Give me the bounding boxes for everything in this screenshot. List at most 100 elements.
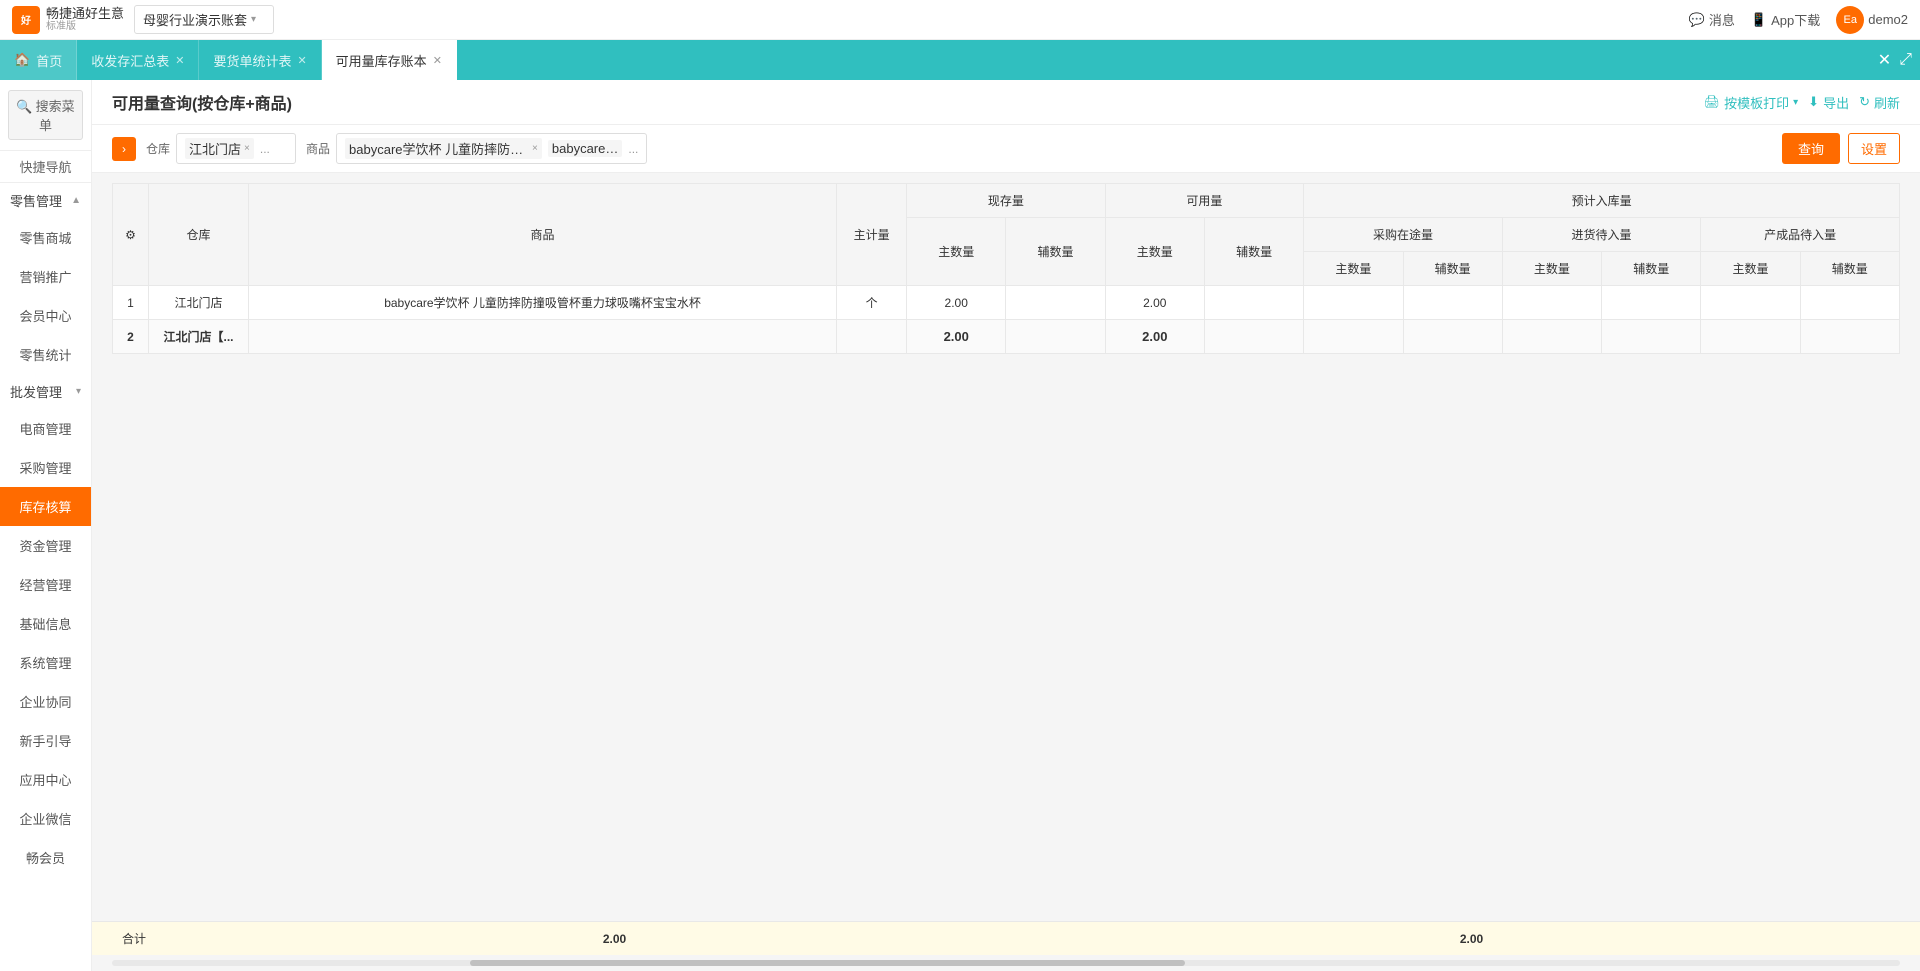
tab-available-close[interactable]: ✕: [433, 54, 442, 67]
data-table: ⚙ 仓库 商品 主计量 现存量 可用量 预计入库量 主数量 辅数量 主数量 辅数…: [112, 183, 1900, 354]
sidebar-item-inventory[interactable]: 库存核算: [0, 487, 91, 526]
sidebar-item-vip[interactable]: 畅会员: [0, 838, 91, 877]
tab-maximize[interactable]: ⤢: [1899, 51, 1912, 69]
sidebar-item-finance[interactable]: 资金管理: [0, 526, 91, 565]
search-icon: 🔍: [16, 99, 32, 114]
scroll-track[interactable]: [112, 960, 1900, 966]
sidebar-item-retail-mgmt[interactable]: 零售管理 ▲: [0, 183, 91, 218]
sidebar-item-newbie[interactable]: 新手引导: [0, 721, 91, 760]
col-current-stock: 现存量: [907, 184, 1106, 218]
page-actions: 🖨 按模板打印 ▾ ⬇ 导出 ↻ 刷新: [1704, 93, 1900, 112]
sidebar-item-marketing[interactable]: 营销推广: [0, 257, 91, 296]
tab-nav-actions: ✕ ⤢: [1870, 40, 1920, 80]
filter-product-tag1: babycare学饮杯 儿童防摔防撞吸管杯重力球吸嘴杯宝宝水杯 ×: [345, 138, 542, 159]
cell-unit: 个: [837, 286, 907, 320]
query-button[interactable]: 查询: [1782, 133, 1840, 164]
cell-avail-main: 2.00: [1105, 286, 1204, 320]
sidebar-item-system[interactable]: 系统管理: [0, 643, 91, 682]
chevron-down-icon: ▾: [251, 14, 256, 25]
filter-warehouse-remove[interactable]: ×: [244, 143, 250, 154]
tab-order[interactable]: 要货单统计表 ✕: [199, 40, 321, 80]
sidebar-item-operation[interactable]: 经营管理: [0, 565, 91, 604]
sidebar-search-area: 🔍 搜索菜单: [0, 80, 91, 151]
sidebar-nav-btn[interactable]: 快捷导航: [0, 151, 91, 183]
tab-home[interactable]: 🏠 首页: [0, 40, 77, 80]
message-btn[interactable]: 💬 消息: [1689, 10, 1735, 29]
col-pending-in: 进货待入量: [1502, 218, 1701, 252]
col-expected-in: 预计入库量: [1304, 184, 1900, 218]
export-icon: ⬇: [1808, 94, 1819, 110]
table-row: 1 江北门店 babycare学饮杯 儿童防摔防撞吸管杯重力球吸嘴杯宝宝水杯 个…: [113, 286, 1900, 320]
table-settings-icon[interactable]: ⚙: [113, 184, 149, 286]
industry-select[interactable]: 母婴行业演示账套 ▾: [134, 5, 274, 34]
filter-product-group: 商品 babycare学饮杯 儿童防摔防撞吸管杯重力球吸嘴杯宝宝水杯 × bab…: [306, 133, 647, 164]
sidebar-item-retail-stats[interactable]: 零售统计: [0, 335, 91, 374]
sidebar-item-ecommerce[interactable]: 电商管理: [0, 409, 91, 448]
sidebar-item-retail-mall[interactable]: 零售商城: [0, 218, 91, 257]
top-bar-right: 💬 消息 📱 App下载 Ea demo2: [1689, 6, 1908, 34]
cell-pur-main: [1304, 286, 1403, 320]
filter-expand-btn[interactable]: ›: [112, 137, 136, 161]
chevron-icon: ▲: [71, 195, 81, 206]
tab-close-all[interactable]: ✕: [1878, 50, 1891, 70]
tab-available[interactable]: 可用量库存账本 ✕: [322, 40, 457, 80]
app-icon: 📱: [1751, 12, 1767, 28]
export-btn[interactable]: ⬇ 导出: [1808, 93, 1849, 112]
cell-avail-aux2: [1204, 320, 1303, 354]
sidebar-item-appstore[interactable]: 应用中心: [0, 760, 91, 799]
cell-stock-main2: 2.00: [907, 320, 1006, 354]
filter-product-label: 商品: [306, 140, 330, 157]
refresh-btn[interactable]: ↻ 刷新: [1859, 93, 1900, 112]
cell-product2: [249, 320, 837, 354]
sidebar-item-purchase[interactable]: 采购管理: [0, 448, 91, 487]
col-purchase-transit: 采购在途量: [1304, 218, 1503, 252]
cell-pend-main: [1502, 286, 1601, 320]
logo-icon: 好: [12, 6, 40, 34]
settings-button[interactable]: 设置: [1848, 133, 1900, 164]
scroll-thumb[interactable]: [470, 960, 1185, 966]
refresh-icon: ↻: [1859, 94, 1870, 110]
col-avail-aux: 辅数量: [1204, 218, 1303, 286]
filter-warehouse-tag: 江北门店 ×: [185, 138, 254, 159]
filter-product-tag2: babycare…: [548, 140, 622, 157]
filter-warehouse-more[interactable]: ...: [260, 142, 270, 156]
col-unit: 主计量: [837, 184, 907, 286]
top-bar-left: 好 畅捷通好生意 标准版 母婴行业演示账套 ▾: [12, 5, 274, 34]
cell-product: babycare学饮杯 儿童防摔防撞吸管杯重力球吸嘴杯宝宝水杯: [249, 286, 837, 320]
cell-index: 1: [113, 286, 149, 320]
filter-product-more[interactable]: ...: [628, 142, 638, 156]
summary-label: 合计: [112, 930, 186, 947]
col-stock-aux: 辅数量: [1006, 218, 1105, 286]
filter-product1-remove[interactable]: ×: [532, 143, 538, 154]
tab-receipt[interactable]: 收发存汇总表 ✕: [77, 40, 199, 80]
sidebar-item-wholesale-mgmt[interactable]: 批发管理 ▾: [0, 374, 91, 409]
table-summary: 合计 2.00 2.00: [92, 921, 1920, 955]
page-title: 可用量查询(按仓库+商品): [112, 90, 292, 114]
cell-prod-aux: [1800, 286, 1899, 320]
cell-avail-main2: 2.00: [1105, 320, 1204, 354]
tab-receipt-close[interactable]: ✕: [175, 54, 184, 67]
col-stock-main: 主数量: [907, 218, 1006, 286]
col-production-pending: 产成品待入量: [1701, 218, 1900, 252]
cell-pend-main2: [1502, 320, 1601, 354]
sidebar-search-btn[interactable]: 🔍 搜索菜单: [8, 90, 83, 140]
summary-values: 2.00 2.00: [186, 932, 1900, 946]
logo-text: 畅捷通好生意 标准版: [46, 6, 124, 34]
app-download-btn[interactable]: 📱 App下载: [1751, 10, 1820, 29]
top-bar: 好 畅捷通好生意 标准版 母婴行业演示账套 ▾ 💬 消息 📱 App下载 Ea …: [0, 0, 1920, 40]
filter-warehouse-label: 仓库: [146, 140, 170, 157]
summary-stock-main: 2.00: [186, 932, 1043, 946]
avatar: Ea: [1836, 6, 1864, 34]
table-row-subtotal: 2 江北门店【... 2.00 2.00: [113, 320, 1900, 354]
filter-product-input[interactable]: babycare学饮杯 儿童防摔防撞吸管杯重力球吸嘴杯宝宝水杯 × babyca…: [336, 133, 647, 164]
sidebar-item-member[interactable]: 会员中心: [0, 296, 91, 335]
user-menu[interactable]: Ea demo2: [1836, 6, 1908, 34]
col-prod-main: 主数量: [1701, 252, 1800, 286]
print-btn[interactable]: 🖨 按模板打印 ▾: [1704, 93, 1799, 112]
sidebar-item-basics[interactable]: 基础信息: [0, 604, 91, 643]
filter-warehouse-input[interactable]: 江北门店 × ...: [176, 133, 296, 164]
content-area: 可用量查询(按仓库+商品) 🖨 按模板打印 ▾ ⬇ 导出 ↻ 刷新 ›: [92, 80, 1920, 971]
sidebar-item-wechat[interactable]: 企业微信: [0, 799, 91, 838]
tab-order-close[interactable]: ✕: [297, 54, 306, 67]
sidebar-item-enterprise[interactable]: 企业协同: [0, 682, 91, 721]
